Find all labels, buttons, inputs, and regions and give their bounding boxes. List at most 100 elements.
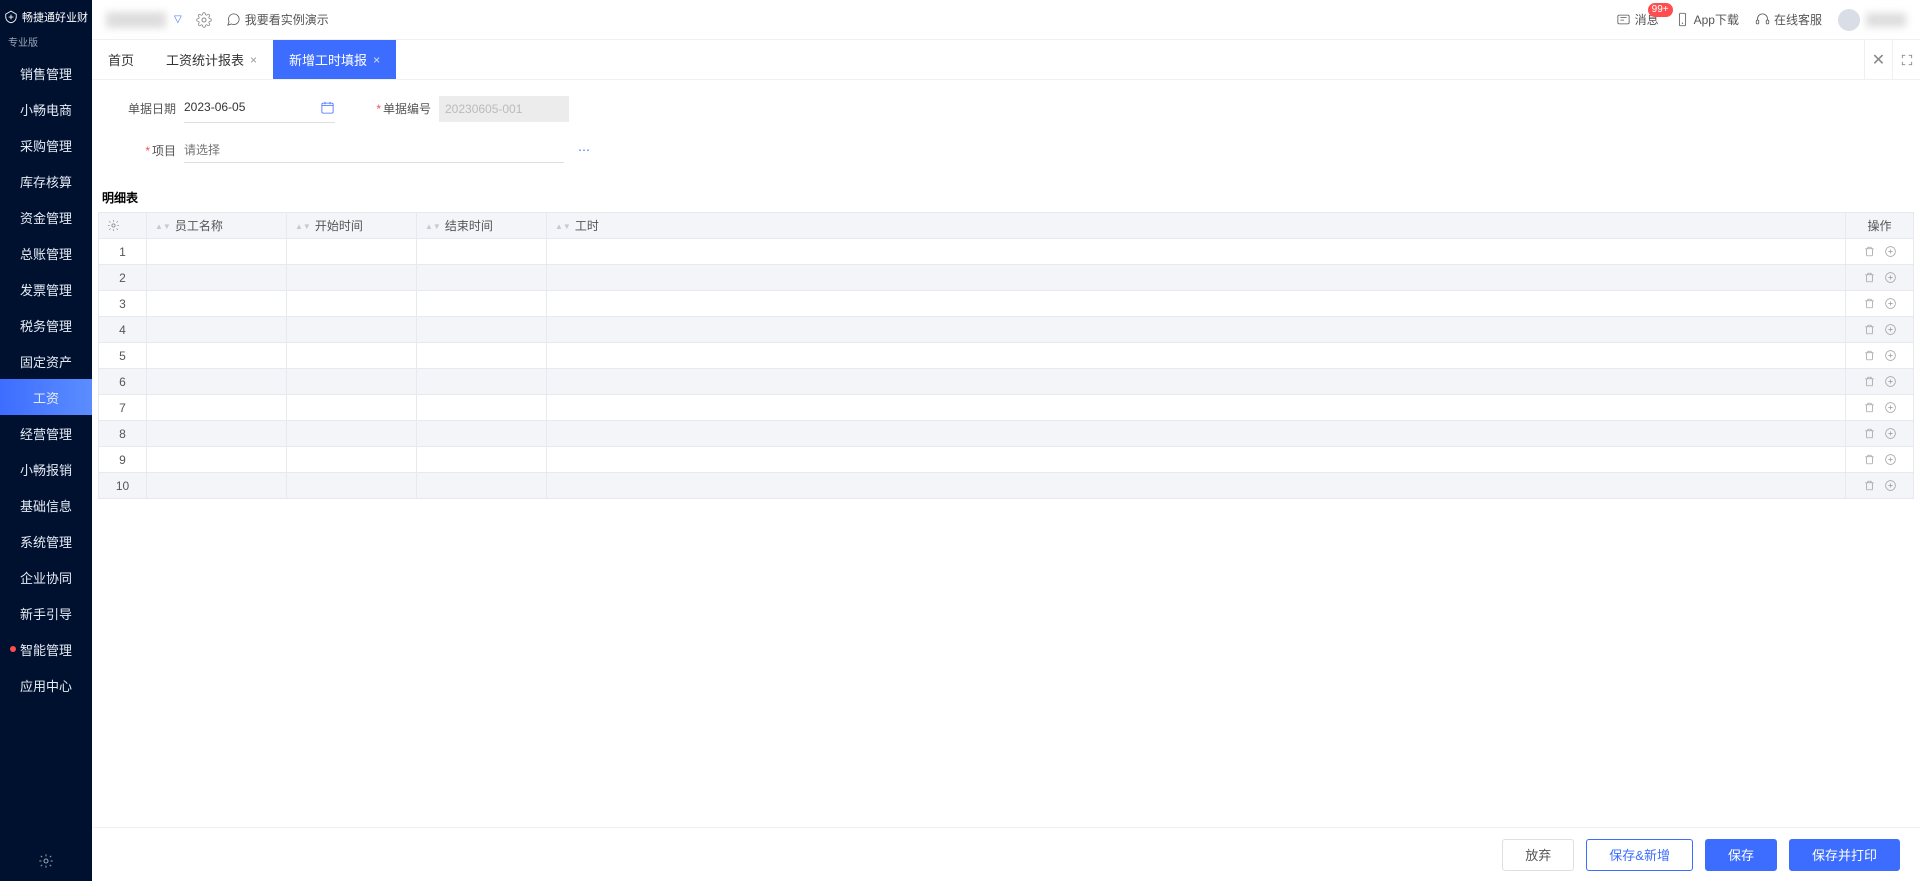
- sidebar-item[interactable]: 发票管理: [0, 271, 92, 307]
- cell-hours[interactable]: [547, 343, 1846, 369]
- cell-start[interactable]: [287, 265, 417, 291]
- cell-end[interactable]: [417, 317, 547, 343]
- sidebar-item[interactable]: 经营管理: [0, 415, 92, 451]
- messages-link[interactable]: 消息 99+: [1616, 11, 1659, 28]
- cell-start[interactable]: [287, 421, 417, 447]
- cell-hours[interactable]: [547, 473, 1846, 499]
- sidebar-item[interactable]: 基础信息: [0, 487, 92, 523]
- row-add-icon[interactable]: [1884, 427, 1897, 440]
- cell-hours[interactable]: [547, 447, 1846, 473]
- tab[interactable]: 工资统计报表×: [150, 40, 273, 79]
- row-delete-icon[interactable]: [1863, 401, 1876, 414]
- row-delete-icon[interactable]: [1863, 245, 1876, 258]
- table-row[interactable]: 9: [99, 447, 1914, 473]
- tab-close-icon[interactable]: ×: [373, 53, 380, 67]
- org-settings-icon[interactable]: [196, 12, 212, 28]
- col-header-end[interactable]: ▲▼结束时间: [417, 213, 547, 239]
- table-row[interactable]: 2: [99, 265, 1914, 291]
- cell-end[interactable]: [417, 447, 547, 473]
- sidebar-item[interactable]: 销售管理: [0, 55, 92, 91]
- row-add-icon[interactable]: [1884, 323, 1897, 336]
- date-input[interactable]: [184, 94, 314, 120]
- cell-hours[interactable]: [547, 421, 1846, 447]
- cell-hours[interactable]: [547, 265, 1846, 291]
- row-add-icon[interactable]: [1884, 401, 1897, 414]
- cell-hours[interactable]: [547, 369, 1846, 395]
- settings-icon[interactable]: [38, 853, 54, 869]
- user-menu[interactable]: [1838, 9, 1906, 31]
- table-row[interactable]: 7: [99, 395, 1914, 421]
- cell-employee[interactable]: [147, 343, 287, 369]
- cell-employee[interactable]: [147, 421, 287, 447]
- cell-start[interactable]: [287, 317, 417, 343]
- save-print-button[interactable]: 保存并打印: [1789, 839, 1900, 871]
- table-config-button[interactable]: [99, 213, 147, 239]
- sidebar-item[interactable]: 固定资产: [0, 343, 92, 379]
- cell-employee[interactable]: [147, 369, 287, 395]
- row-delete-icon[interactable]: [1863, 453, 1876, 466]
- cell-employee[interactable]: [147, 317, 287, 343]
- cell-hours[interactable]: [547, 291, 1846, 317]
- row-add-icon[interactable]: [1884, 375, 1897, 388]
- sidebar-item[interactable]: 税务管理: [0, 307, 92, 343]
- sidebar-item[interactable]: 应用中心: [0, 667, 92, 703]
- cell-start[interactable]: [287, 447, 417, 473]
- cell-employee[interactable]: [147, 447, 287, 473]
- table-row[interactable]: 5: [99, 343, 1914, 369]
- cell-start[interactable]: [287, 369, 417, 395]
- sidebar-item[interactable]: 工资: [0, 379, 92, 415]
- tab-close-all-button[interactable]: ✕: [1864, 40, 1892, 79]
- col-header-hours[interactable]: ▲▼工时: [547, 213, 1846, 239]
- cell-end[interactable]: [417, 239, 547, 265]
- sidebar-item[interactable]: 小畅电商: [0, 91, 92, 127]
- cell-end[interactable]: [417, 265, 547, 291]
- cell-end[interactable]: [417, 421, 547, 447]
- sidebar-item[interactable]: 库存核算: [0, 163, 92, 199]
- cell-employee[interactable]: [147, 291, 287, 317]
- cell-start[interactable]: [287, 343, 417, 369]
- sidebar-item[interactable]: 总账管理: [0, 235, 92, 271]
- cell-start[interactable]: [287, 395, 417, 421]
- cell-end[interactable]: [417, 395, 547, 421]
- row-add-icon[interactable]: [1884, 271, 1897, 284]
- cell-end[interactable]: [417, 291, 547, 317]
- sidebar-item[interactable]: 采购管理: [0, 127, 92, 163]
- cell-employee[interactable]: [147, 473, 287, 499]
- table-row[interactable]: 4: [99, 317, 1914, 343]
- row-delete-icon[interactable]: [1863, 375, 1876, 388]
- cell-hours[interactable]: [547, 317, 1846, 343]
- org-selector[interactable]: ▽: [106, 12, 182, 28]
- cell-start[interactable]: [287, 239, 417, 265]
- sidebar-item[interactable]: 企业协同: [0, 559, 92, 595]
- calendar-icon[interactable]: [320, 100, 335, 115]
- row-add-icon[interactable]: [1884, 349, 1897, 362]
- sidebar-item[interactable]: 智能管理: [0, 631, 92, 667]
- cell-employee[interactable]: [147, 239, 287, 265]
- tab[interactable]: 首页: [92, 40, 150, 79]
- row-delete-icon[interactable]: [1863, 349, 1876, 362]
- col-header-start[interactable]: ▲▼开始时间: [287, 213, 417, 239]
- tab-close-icon[interactable]: ×: [250, 53, 257, 67]
- fullscreen-button[interactable]: [1892, 40, 1920, 79]
- tab[interactable]: 新增工时填报×: [273, 40, 396, 79]
- customer-service-link[interactable]: 在线客服: [1755, 11, 1822, 28]
- app-download-link[interactable]: App下载: [1675, 11, 1739, 28]
- row-delete-icon[interactable]: [1863, 271, 1876, 284]
- save-new-button[interactable]: 保存&新增: [1586, 839, 1693, 871]
- save-button[interactable]: 保存: [1705, 839, 1777, 871]
- row-add-icon[interactable]: [1884, 297, 1897, 310]
- project-input[interactable]: [184, 137, 564, 163]
- row-delete-icon[interactable]: [1863, 297, 1876, 310]
- sidebar-item[interactable]: 系统管理: [0, 523, 92, 559]
- cell-hours[interactable]: [547, 239, 1846, 265]
- row-delete-icon[interactable]: [1863, 323, 1876, 336]
- table-row[interactable]: 1: [99, 239, 1914, 265]
- cell-start[interactable]: [287, 291, 417, 317]
- sidebar-item[interactable]: 小畅报销: [0, 451, 92, 487]
- cell-end[interactable]: [417, 343, 547, 369]
- table-row[interactable]: 3: [99, 291, 1914, 317]
- table-row[interactable]: 10: [99, 473, 1914, 499]
- table-row[interactable]: 6: [99, 369, 1914, 395]
- table-row[interactable]: 8: [99, 421, 1914, 447]
- row-add-icon[interactable]: [1884, 245, 1897, 258]
